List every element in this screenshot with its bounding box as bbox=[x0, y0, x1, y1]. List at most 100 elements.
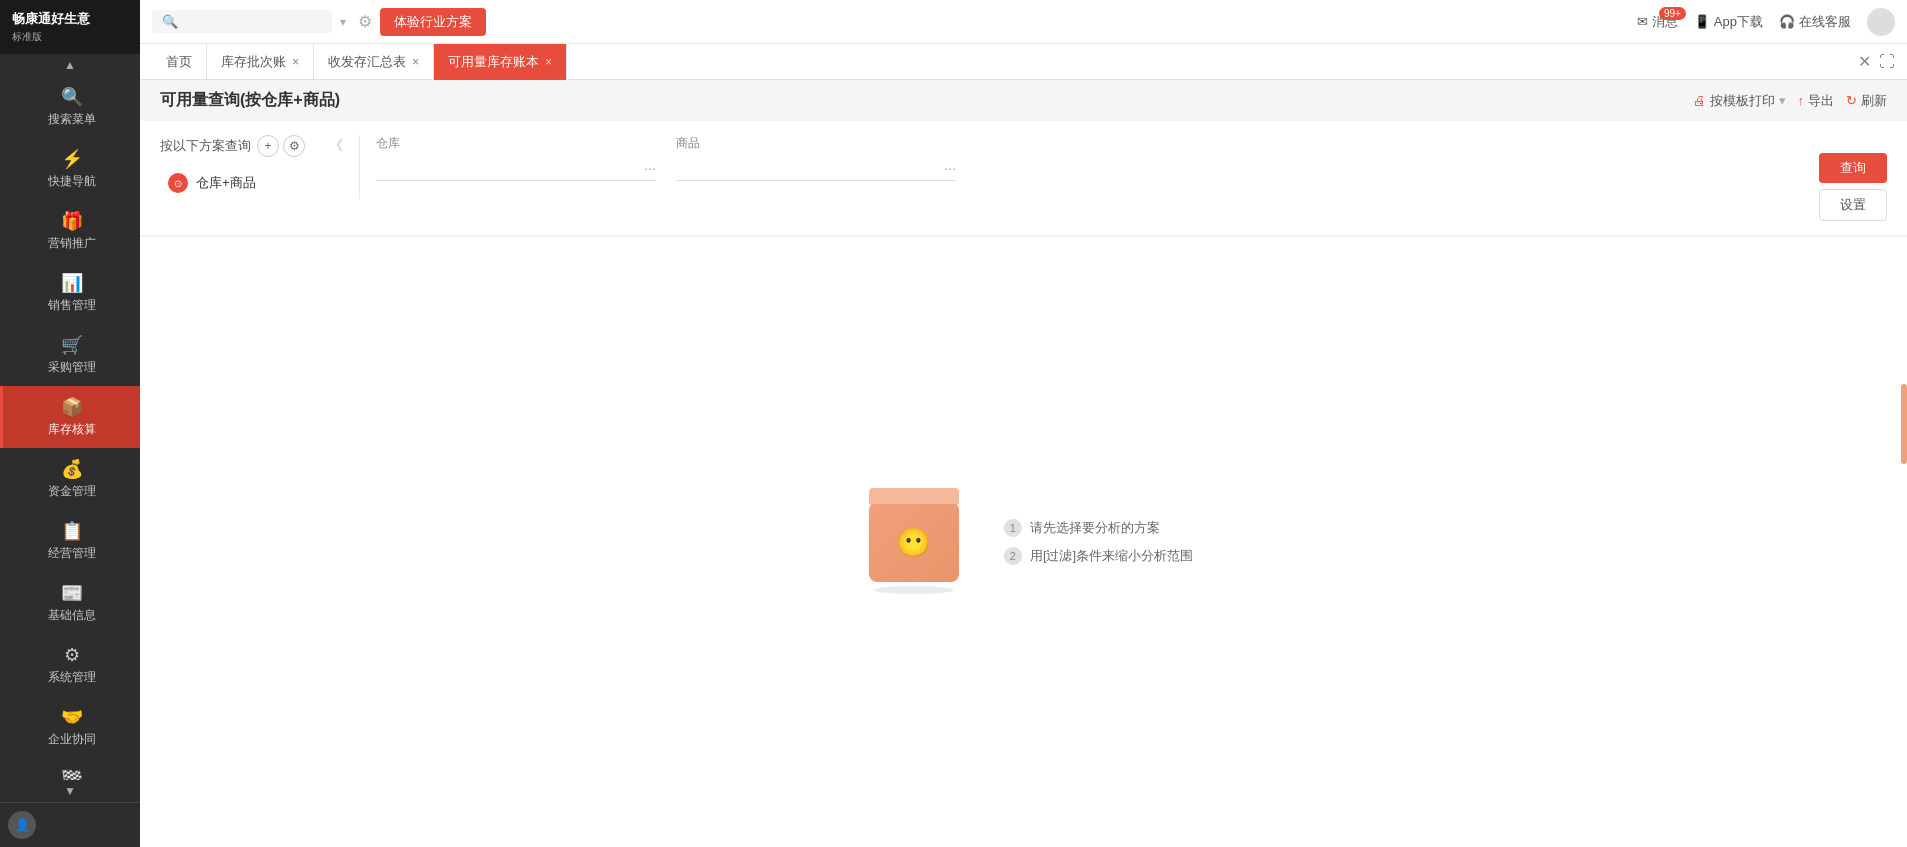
sidebar-icon-5: 📦 bbox=[61, 396, 83, 418]
phone-icon: 📱 bbox=[1694, 14, 1710, 29]
tab-close-2[interactable]: × bbox=[412, 55, 419, 69]
tab-可用量库存账本[interactable]: 可用量库存账本 × bbox=[434, 44, 567, 80]
sidebar-icon-1: ⚡ bbox=[61, 148, 83, 170]
tip-num-0: 1 bbox=[1004, 519, 1022, 537]
warehouse-input[interactable] bbox=[376, 161, 640, 176]
user-avatar[interactable] bbox=[1867, 8, 1895, 36]
sidebar-label-3: 销售管理 bbox=[48, 297, 96, 314]
print-icon: 🖨 bbox=[1693, 93, 1706, 108]
empty-state: 😶 1请先选择要分析的方案2用[过滤]条件来缩小分析范围 bbox=[140, 237, 1907, 847]
industry-solution-button[interactable]: 体验行业方案 bbox=[380, 8, 486, 36]
warehouse-field-input-row: ··· bbox=[376, 156, 656, 181]
sidebar-item-销售管理[interactable]: 📊 销售管理 bbox=[0, 262, 140, 324]
tabbar-expand-button[interactable]: ⛶ bbox=[1879, 53, 1895, 71]
tip-text-0: 请先选择要分析的方案 bbox=[1030, 519, 1160, 537]
sidebar-item-库存核算[interactable]: 📦 库存核算 bbox=[0, 386, 140, 448]
collapse-scheme-button[interactable]: 《 bbox=[329, 137, 343, 155]
topbar-search-box: 🔍 bbox=[152, 10, 332, 33]
export-icon: ↑ bbox=[1798, 93, 1805, 108]
tab-首页[interactable]: 首页 bbox=[152, 44, 207, 80]
filter-settings-button[interactable]: 设置 bbox=[1819, 189, 1887, 221]
sidebar-item-营销推广[interactable]: 🎁营销推广 bbox=[0, 200, 140, 262]
sidebar-icon-3: 📊 bbox=[61, 272, 83, 294]
sidebar-item-系统管理[interactable]: ⚙系统管理 bbox=[0, 634, 140, 696]
goods-field-label: 商品 bbox=[676, 135, 956, 152]
search-input[interactable] bbox=[184, 15, 304, 29]
filter-fields: 仓库 ··· 商品 ··· bbox=[376, 135, 1799, 181]
sidebar-label-0: 搜索菜单 bbox=[48, 111, 96, 128]
sidebar-item-采购管理[interactable]: 🛒 采购管理 bbox=[0, 324, 140, 386]
main-area: 🔍 ▾ ⚙ 体验行业方案 ✉ 消息 99+ 📱 App下载 🎧 在线客服 首页库… bbox=[140, 0, 1907, 847]
tab-label-2: 收发存汇总表 bbox=[328, 53, 406, 71]
print-button[interactable]: 🖨 按模板打印 ▾ bbox=[1693, 92, 1786, 110]
sidebar-icon-7: 📋 bbox=[61, 520, 83, 542]
sidebar-icon-11: 🏁 bbox=[61, 768, 83, 780]
sidebar-item-企业协同[interactable]: 🤝企业协同 bbox=[0, 696, 140, 758]
tab-库存批次账[interactable]: 库存批次账× bbox=[207, 44, 314, 80]
scheme-icon: ⊙ bbox=[168, 173, 188, 193]
filter-field-warehouse: 仓库 ··· bbox=[376, 135, 656, 181]
search-chevron-icon[interactable]: ▾ bbox=[340, 15, 346, 29]
headset-icon: 🎧 bbox=[1779, 14, 1795, 29]
sidebar-item-搜索菜单[interactable]: 🔍搜索菜单 bbox=[0, 76, 140, 138]
sidebar-label-2: 营销推广 bbox=[48, 235, 96, 252]
app-download-link[interactable]: 📱 App下载 bbox=[1694, 13, 1763, 31]
brand-name: 畅康通好生意 bbox=[12, 10, 90, 28]
empty-tip-0: 1 请先选择要分析的方案 bbox=[1004, 519, 1193, 537]
sidebar-item-快捷导航[interactable]: ⚡快捷导航 bbox=[0, 138, 140, 200]
sidebar-scroll-down[interactable]: ▼ bbox=[0, 780, 140, 802]
goods-field-input-row: ··· bbox=[676, 156, 956, 181]
sidebar-item-新手引导[interactable]: 🏁新手引导 bbox=[0, 758, 140, 780]
warehouse-dots-icon[interactable]: ··· bbox=[644, 160, 656, 176]
online-service-link[interactable]: 🎧 在线客服 bbox=[1779, 13, 1851, 31]
content-area: 可用量查询(按仓库+商品) 🖨 按模板打印 ▾ ↑ 导出 ↻ 刷新 bbox=[140, 80, 1907, 847]
sidebar-label-8: 基础信息 bbox=[48, 607, 96, 624]
sidebar-icon-10: 🤝 bbox=[61, 706, 83, 728]
tabbar: 首页库存批次账× 收发存汇总表 × 可用量库存账本 × ✕ ⛶ bbox=[140, 44, 1907, 80]
export-button[interactable]: ↑ 导出 bbox=[1798, 92, 1835, 110]
topbar-right: ✉ 消息 99+ 📱 App下载 🎧 在线客服 bbox=[1637, 8, 1895, 36]
manage-scheme-button[interactable]: ⚙ bbox=[283, 135, 305, 157]
tab-label-3: 可用量库存账本 bbox=[448, 53, 539, 71]
settings-gear-icon[interactable]: ⚙ bbox=[358, 12, 372, 31]
query-button[interactable]: 查询 bbox=[1819, 153, 1887, 183]
tip-num-1: 2 bbox=[1004, 547, 1022, 565]
search-icon: 🔍 bbox=[162, 14, 178, 29]
empty-tips: 1 请先选择要分析的方案 2用[过滤]条件来缩小分析范围 bbox=[1004, 519, 1193, 565]
sidebar-item-资金管理[interactable]: 💰 资金管理 bbox=[0, 448, 140, 510]
sidebar-label-5: 库存核算 bbox=[48, 421, 96, 438]
page-title: 可用量查询(按仓库+商品) bbox=[160, 90, 340, 111]
sidebar-nav: 🔍搜索菜单⚡快捷导航🎁营销推广 📊 销售管理 🛒 采购管理 📦 库存核算 💰 资金管理 📋经营管理… bbox=[0, 76, 140, 780]
sidebar-label-6: 资金管理 bbox=[48, 483, 96, 500]
page-title-bar: 可用量查询(按仓库+商品) 🖨 按模板打印 ▾ ↑ 导出 ↻ 刷新 bbox=[140, 80, 1907, 121]
scheme-header-label: 按以下方案查询 bbox=[160, 137, 251, 155]
filter-field-goods: 商品 ··· bbox=[676, 135, 956, 181]
sidebar-icon-6: 💰 bbox=[61, 458, 83, 480]
notif-badge: 99+ bbox=[1659, 7, 1686, 20]
sidebar-item-基础信息[interactable]: 📰基础信息 bbox=[0, 572, 140, 634]
tab-label-0: 首页 bbox=[166, 53, 192, 71]
tab-收发存汇总表[interactable]: 收发存汇总表 × bbox=[314, 44, 434, 80]
sidebar-scroll-up[interactable]: ▲ bbox=[0, 54, 140, 76]
goods-dots-icon[interactable]: ··· bbox=[944, 160, 956, 176]
right-scroll-indicator bbox=[1901, 384, 1907, 464]
sidebar-avatar[interactable]: 👤 bbox=[8, 811, 36, 839]
empty-tip-1: 2用[过滤]条件来缩小分析范围 bbox=[1004, 547, 1193, 565]
notification-bell[interactable]: ✉ 消息 99+ bbox=[1637, 13, 1678, 31]
tab-close-1[interactable]: × bbox=[292, 55, 299, 69]
sidebar-item-经营管理[interactable]: 📋经营管理 bbox=[0, 510, 140, 572]
filter-schemes-header: 按以下方案查询 + ⚙ 《 bbox=[160, 135, 343, 157]
refresh-button[interactable]: ↻ 刷新 bbox=[1846, 92, 1887, 110]
refresh-icon: ↻ bbox=[1846, 93, 1857, 108]
filter-schemes-panel: 按以下方案查询 + ⚙ 《 ⊙ 仓库+商品 bbox=[160, 135, 360, 199]
warehouse-field-label: 仓库 bbox=[376, 135, 656, 152]
tabbar-close-button[interactable]: ✕ bbox=[1858, 52, 1871, 71]
add-scheme-button[interactable]: + bbox=[257, 135, 279, 157]
goods-input[interactable] bbox=[676, 161, 940, 176]
sidebar-icon-4: 🛒 bbox=[61, 334, 83, 356]
tab-close-3[interactable]: × bbox=[545, 55, 552, 69]
scheme-item-warehouse-goods[interactable]: ⊙ 仓库+商品 bbox=[160, 167, 343, 199]
print-chevron-icon[interactable]: ▾ bbox=[1779, 93, 1786, 108]
sidebar-label-4: 采购管理 bbox=[48, 359, 96, 376]
topbar: 🔍 ▾ ⚙ 体验行业方案 ✉ 消息 99+ 📱 App下载 🎧 在线客服 bbox=[140, 0, 1907, 44]
